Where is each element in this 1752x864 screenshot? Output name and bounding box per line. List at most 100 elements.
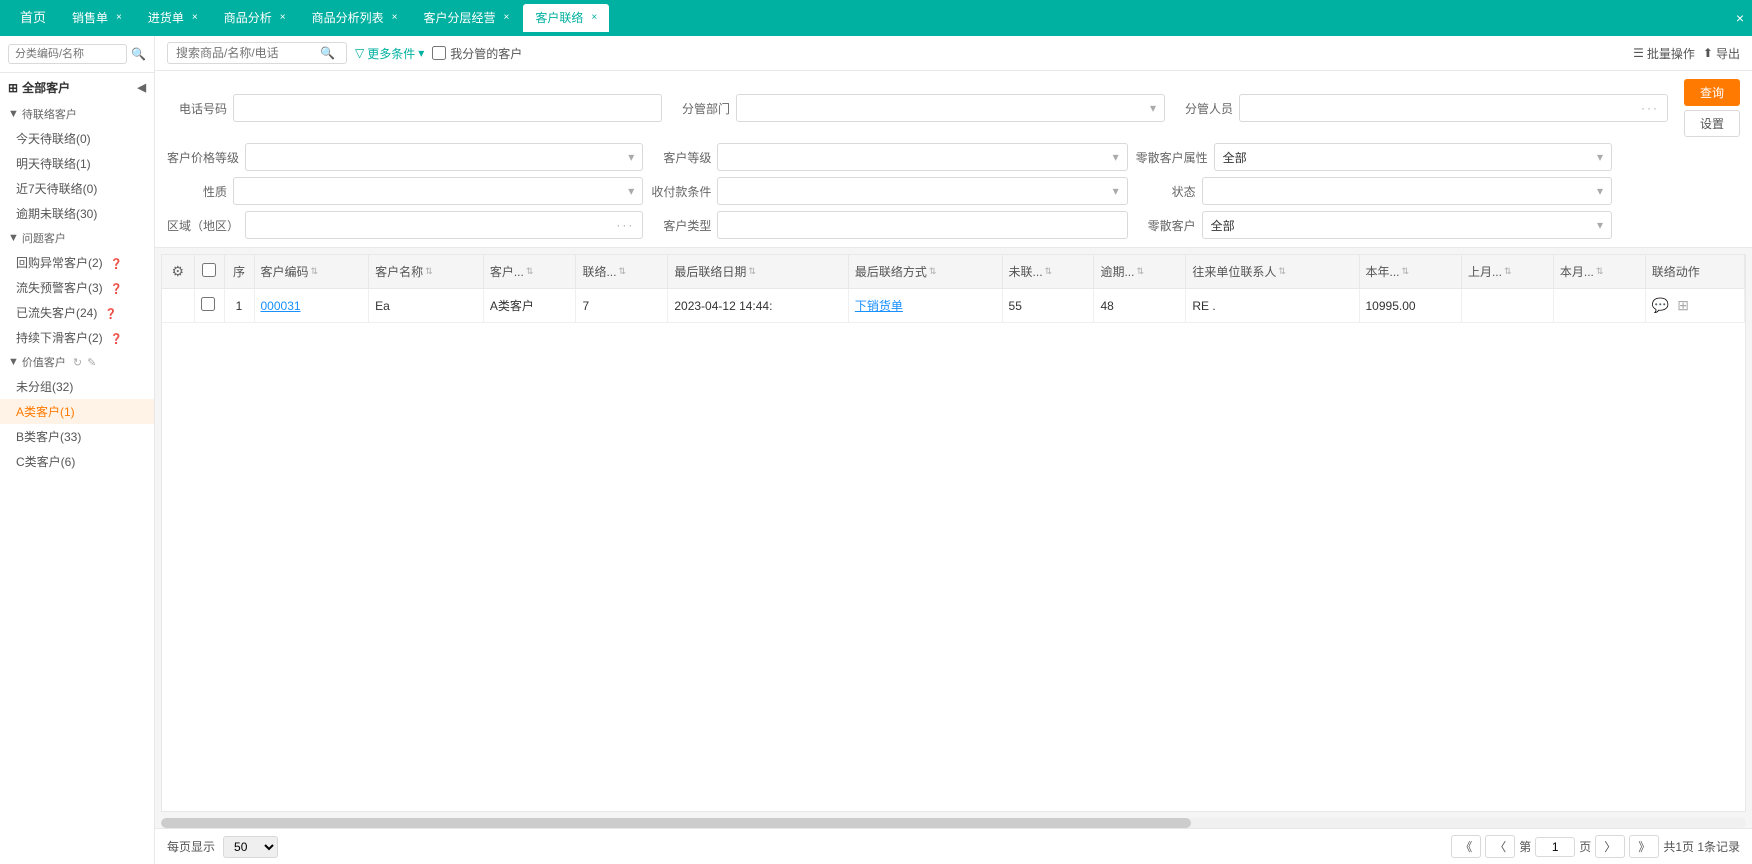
filter-search-icon[interactable]: 🔍 <box>320 46 335 60</box>
col-last-method-sort-icon[interactable]: ⇅ <box>929 266 937 277</box>
close-all-button[interactable]: × <box>1736 10 1744 26</box>
scatter-customer-select[interactable]: 全部 ▾ <box>1202 211 1612 239</box>
last-page-button[interactable]: 》 <box>1629 835 1659 858</box>
col-not-contacted-sort-icon[interactable]: ⇅ <box>1045 266 1053 277</box>
scatter-attr-select[interactable]: 全部 ▾ <box>1214 143 1612 171</box>
nav-tab-customer-contact[interactable]: 客户联络 × <box>523 4 609 32</box>
nav-tab-purchase[interactable]: 进货单 × <box>136 4 210 32</box>
sidebar-item-declining[interactable]: 持续下滑客户(2) ❓ <box>0 325 154 350</box>
settings-icon[interactable]: ⚙ <box>171 263 184 279</box>
pending-contact-group[interactable]: ▼ 待联络客户 <box>0 102 154 126</box>
query-button[interactable]: 查询 <box>1684 79 1740 106</box>
cell-code[interactable]: 000031 <box>254 289 369 323</box>
nav-home[interactable]: 首页 <box>8 4 58 32</box>
qr-action-icon[interactable]: ⊞ <box>1677 297 1689 314</box>
nav-tab-purchase-close[interactable]: × <box>192 4 198 32</box>
settings-button[interactable]: 设置 <box>1684 110 1740 137</box>
my-customers-filter[interactable]: 我分管的客户 <box>432 45 522 62</box>
col-name: 客户名称 ⇅ <box>369 255 484 289</box>
col-last-method-label: 最后联络方式 <box>855 263 927 280</box>
region-input[interactable]: ··· <box>245 211 643 239</box>
value-customers-group[interactable]: ▼ 价值客户 ↻ ✎ <box>0 350 154 374</box>
refresh-icon[interactable]: ↻ <box>73 356 82 369</box>
category-search-icon[interactable]: 🔍 <box>131 47 146 61</box>
sidebar-item-7days[interactable]: 近7天待联络(0) <box>0 176 154 201</box>
current-page-input[interactable] <box>1535 837 1575 857</box>
sidebar-item-repurchase-abnormal[interactable]: 回购异常客户(2) ❓ <box>0 250 154 275</box>
nav-tab-analysis-list-label: 商品分析列表 <box>312 4 384 32</box>
price-level-select[interactable]: ▾ <box>245 143 643 171</box>
col-overdue-sort-icon[interactable]: ⇅ <box>1136 266 1144 277</box>
dept-select[interactable]: ▾ <box>736 94 1165 122</box>
main-layout: 🔍 ⊞ 全部客户 ◀ ▼ 待联络客户 今天待联络(0) 明天待联络(1) 近7天… <box>0 36 1752 864</box>
col-this-year-sort-icon[interactable]: ⇅ <box>1402 266 1410 277</box>
person-input[interactable]: ··· <box>1239 94 1668 122</box>
col-settings[interactable]: ⚙ <box>162 255 194 289</box>
sidebar-item-overdue[interactable]: 逾期未联络(30) <box>0 201 154 226</box>
nav-tab-analysis[interactable]: 商品分析 × <box>212 4 298 32</box>
sidebar-item-a-class[interactable]: A类客户(1) <box>0 399 154 424</box>
nav-tab-sales[interactable]: 销售单 × <box>60 4 134 32</box>
problem-customers-arrow: ▼ <box>8 232 19 244</box>
status-select[interactable]: ▾ <box>1202 177 1612 205</box>
sidebar-item-tomorrow[interactable]: 明天待联络(1) <box>0 151 154 176</box>
last-method-link[interactable]: 下销货单 <box>855 299 903 313</box>
col-contact-count-sort-icon[interactable]: ⇅ <box>618 266 626 277</box>
row-checkbox[interactable] <box>201 297 215 311</box>
help-icon4: ❓ <box>110 334 122 345</box>
more-filters-button[interactable]: ▽ 更多条件 ▾ <box>355 45 424 62</box>
nav-tab-analysis-list-close[interactable]: × <box>392 4 398 32</box>
filter-search-input[interactable] <box>176 46 316 60</box>
sidebar-item-ungrouped[interactable]: 未分组(32) <box>0 374 154 399</box>
sidebar-item-churned[interactable]: 已流失客户(24) ❓ <box>0 300 154 325</box>
all-customers-header[interactable]: ⊞ 全部客户 ◀ <box>0 73 154 102</box>
sidebar-item-today[interactable]: 今天待联络(0) <box>0 126 154 151</box>
next-page-button[interactable]: 〉 <box>1595 835 1625 858</box>
cell-not-contacted: 55 <box>1002 289 1094 323</box>
category-search-input[interactable] <box>8 44 127 64</box>
page-size-select[interactable]: 20 50 100 <box>223 836 278 858</box>
my-customers-checkbox[interactable] <box>432 46 446 60</box>
customer-code-link[interactable]: 000031 <box>261 299 301 313</box>
col-name-sort-icon[interactable]: ⇅ <box>425 266 433 277</box>
cell-index: 1 <box>224 289 254 323</box>
nav-tab-customer-contact-close[interactable]: × <box>591 4 597 32</box>
cell-check[interactable] <box>194 289 224 323</box>
scatter-attr-label: 零散客户属性 <box>1136 149 1208 166</box>
cell-level: A类客户 <box>483 289 576 323</box>
export-button[interactable]: ⬆ 导出 <box>1703 45 1740 62</box>
edit-icon[interactable]: ✎ <box>87 356 96 369</box>
nav-tab-sales-close[interactable]: × <box>116 4 122 32</box>
prev-page-button[interactable]: 〈 <box>1485 835 1515 858</box>
col-last-date-sort-icon[interactable]: ⇅ <box>748 266 756 277</box>
select-all-checkbox[interactable] <box>202 263 216 277</box>
cell-last-method[interactable]: 下销货单 <box>848 289 1002 323</box>
batch-op-button[interactable]: ☰ 批量操作 <box>1633 45 1695 62</box>
col-last-month-sort-icon[interactable]: ⇅ <box>1504 266 1512 277</box>
customer-type-input[interactable] <box>717 211 1127 239</box>
nav-tab-analysis-close[interactable]: × <box>280 4 286 32</box>
horizontal-scrollbar[interactable] <box>161 818 1746 828</box>
nature-select[interactable]: ▾ <box>233 177 643 205</box>
nature-label: 性质 <box>167 183 227 200</box>
sidebar-item-b-class[interactable]: B类客户(33) <box>0 424 154 449</box>
nav-tab-analysis-list[interactable]: 商品分析列表 × <box>300 4 410 32</box>
sidebar-item-c-class[interactable]: C类客户(6) <box>0 449 154 474</box>
help-icon3: ❓ <box>105 309 117 320</box>
sidebar-item-churn-warning[interactable]: 流失预警客户(3) ❓ <box>0 275 154 300</box>
payment-select[interactable]: ▾ <box>717 177 1127 205</box>
col-action-label: 联络动作 <box>1652 265 1700 279</box>
nav-tab-customer-segment-close[interactable]: × <box>503 4 509 32</box>
col-level-sort-icon[interactable]: ⇅ <box>526 266 534 277</box>
message-action-icon[interactable]: 💬 <box>1652 297 1669 314</box>
first-page-button[interactable]: 《 <box>1451 835 1481 858</box>
sidebar-collapse-button[interactable]: ◀ <box>138 81 146 94</box>
col-code-sort-icon[interactable]: ⇅ <box>311 266 319 277</box>
phone-input[interactable] <box>233 94 662 122</box>
customer-level-select[interactable]: ▾ <box>717 143 1127 171</box>
col-this-month-sort-icon[interactable]: ⇅ <box>1596 266 1604 277</box>
nav-tab-customer-segment[interactable]: 客户分层经营 × <box>411 4 521 32</box>
problem-customers-group[interactable]: ▼ 问题客户 <box>0 226 154 250</box>
col-contact-person-sort-icon[interactable]: ⇅ <box>1278 266 1286 277</box>
col-check[interactable] <box>194 255 224 289</box>
